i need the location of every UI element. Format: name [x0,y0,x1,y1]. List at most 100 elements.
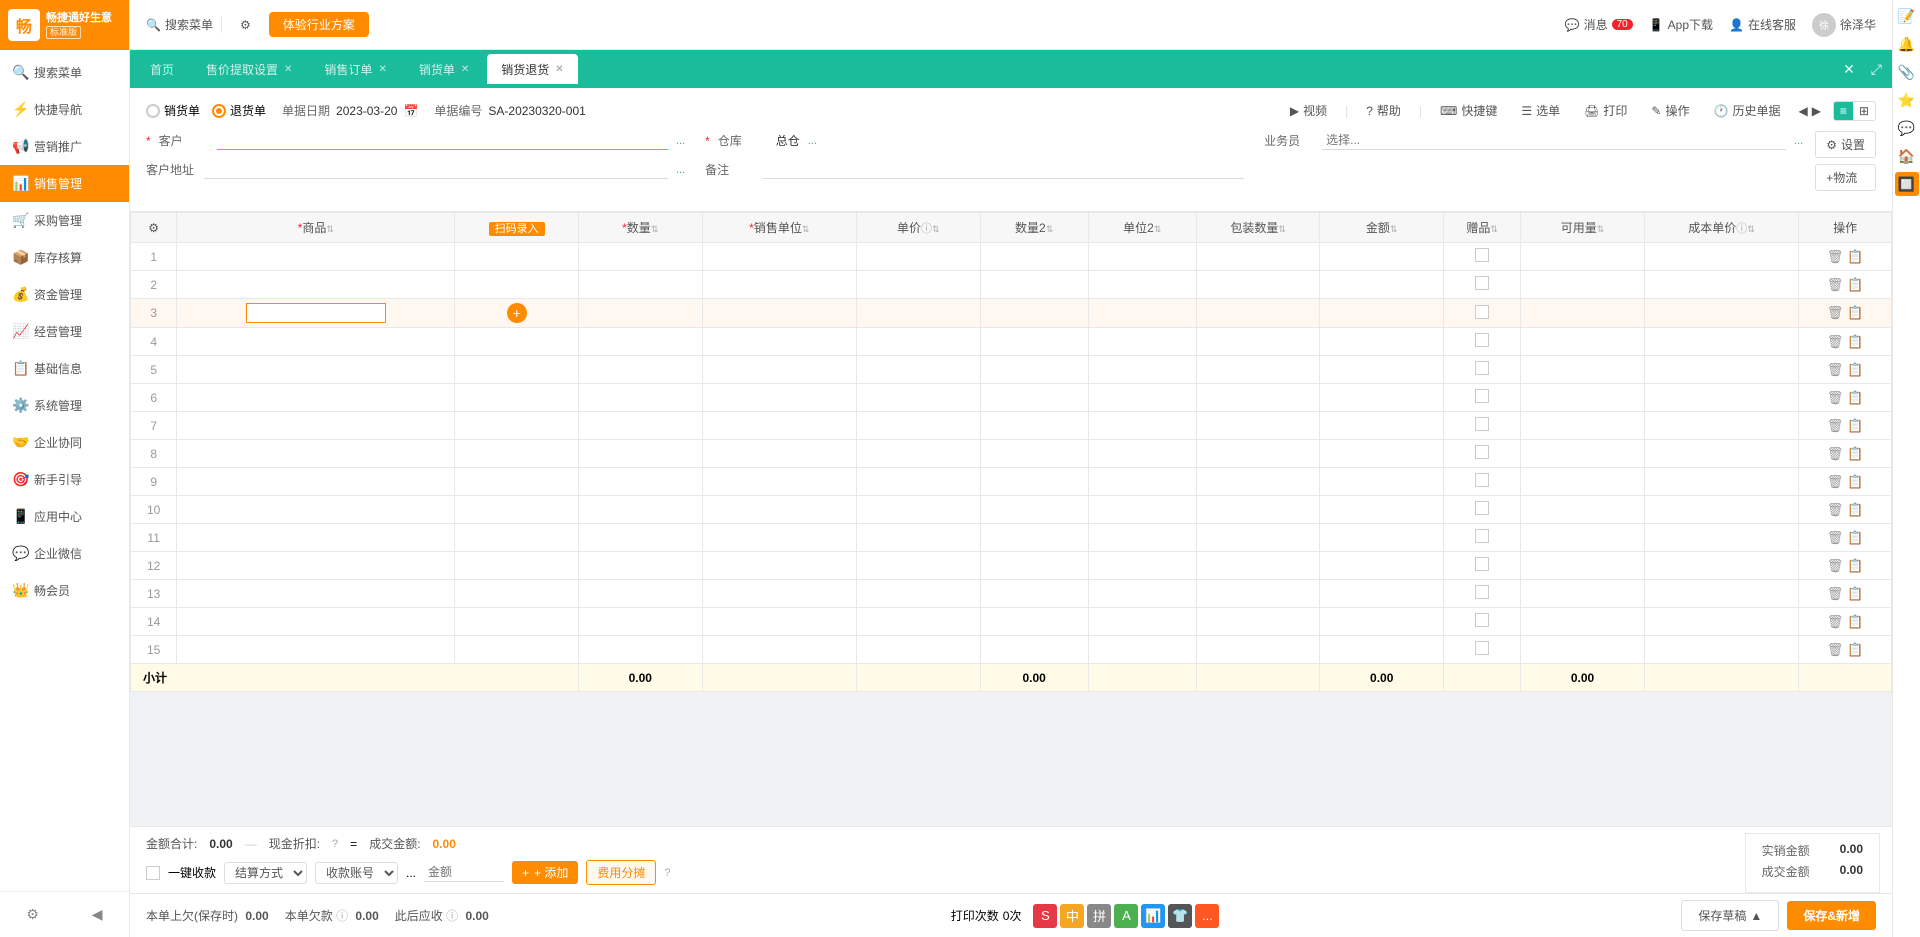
product-cell-7[interactable] [177,412,455,440]
delete-icon-4[interactable]: 🗑 [1827,334,1844,350]
delete-icon-10[interactable]: 🗑 [1827,502,1844,518]
sort-gift-icon[interactable]: ⇅ [1490,224,1498,234]
th-settings[interactable]: ⚙ [131,213,177,243]
tab-sales[interactable]: 销货单✕ [405,54,483,84]
product-cell-11[interactable] [177,524,455,552]
delete-icon-6[interactable]: 🗑 [1827,390,1844,406]
tab-close-sales[interactable]: ✕ [461,64,469,75]
expand-tab-btn[interactable]: ⤢ [1865,59,1888,80]
copy-icon-12[interactable]: 📋 [1847,558,1863,574]
product-cell-12[interactable] [177,552,455,580]
delete-icon-15[interactable]: 🗑 [1827,642,1844,658]
logistics-btn[interactable]: +物流 [1815,164,1876,191]
sidebar-item-operation[interactable]: 📈经营管理 [0,313,129,350]
radio-return-bill[interactable]: 退货单 [212,102,266,119]
sidebar-item-shortcut[interactable]: ⚡快捷导航 [0,91,129,128]
icon3[interactable]: 拼 [1087,904,1111,928]
delete-icon-13[interactable]: 🗑 [1827,586,1844,602]
delete-icon-7[interactable]: 🗑 [1827,418,1844,434]
copy-icon-15[interactable]: 📋 [1847,642,1863,658]
sougou-icon[interactable]: S [1033,904,1057,928]
sidebar-item-wechat[interactable]: 💬企业微信 [0,535,129,572]
copy-icon-4[interactable]: 📋 [1847,334,1863,350]
radio-sales-bill[interactable]: 销货单 [146,102,200,119]
discount-info-icon[interactable]: ? [332,838,338,850]
delete-icon-14[interactable]: 🗑 [1827,614,1844,630]
product-cell-8[interactable] [177,440,455,468]
copy-icon-9[interactable]: 📋 [1847,474,1863,490]
owing-info-icon[interactable]: ⓘ [336,909,348,923]
delete-icon-3[interactable]: 🗑 [1827,305,1844,321]
gift-check-3[interactable] [1475,305,1489,319]
search-menu-btn[interactable]: 🔍 搜索菜单 [146,16,213,33]
product-cell-9[interactable] [177,468,455,496]
sidebar-item-app_center[interactable]: 📱应用中心 [0,498,129,535]
fee-info-icon[interactable]: ? [664,867,670,879]
sidebar-item-promo[interactable]: 📢营销推广 [0,128,129,165]
sidebar-collapse-btn[interactable]: ◀ [86,900,109,929]
copy-icon-6[interactable]: 📋 [1847,390,1863,406]
message-btn[interactable]: 💬 消息 70 [1565,16,1633,33]
agent-input[interactable] [1322,131,1786,150]
sidebar-item-purchase[interactable]: 🛒采购管理 [0,202,129,239]
print-btn[interactable]: 🖨打印 [1578,100,1633,121]
calc-method-select[interactable]: 结算方式 [224,862,307,884]
sort-product-icon[interactable]: ⇅ [326,224,334,234]
grid-view-btn[interactable]: ⊞ [1853,102,1875,120]
help-btn[interactable]: ?帮助 [1360,100,1407,121]
sort-qty2-icon[interactable]: ⇅ [1046,224,1054,234]
gift-check-2[interactable] [1475,276,1489,290]
copy-icon-5[interactable]: 📋 [1847,362,1863,378]
delete-icon-2[interactable]: 🗑 [1827,277,1844,293]
product-cell-2[interactable] [177,271,455,299]
service-btn[interactable]: 👤 在线客服 [1729,16,1796,33]
th-scan[interactable]: 扫码录入 [455,213,579,243]
add-row-cell[interactable]: + [455,299,579,328]
tab-close-sales_order[interactable]: ✕ [378,64,386,75]
tab-close-price_setting[interactable]: ✕ [284,64,292,75]
gift-check-6[interactable] [1475,389,1489,403]
icon5[interactable]: 📊 [1141,904,1165,928]
delete-icon-1[interactable]: 🗑 [1827,249,1844,265]
rp-star-btn[interactable]: ⭐ [1895,88,1919,112]
address-input[interactable] [204,160,668,179]
copy-icon-2[interactable]: 📋 [1847,277,1863,293]
sidebar-item-sales[interactable]: 📊销售管理 [0,165,129,202]
gift-check-8[interactable] [1475,445,1489,459]
product-cell-14[interactable] [177,608,455,636]
sort-qty-icon[interactable]: ⇅ [651,224,659,234]
copy-icon-3[interactable]: 📋 [1847,305,1863,321]
sort-available-icon[interactable]: ⇅ [1597,224,1605,234]
operate-btn[interactable]: ✎操作 [1645,100,1695,121]
promo-btn[interactable]: 体验行业方案 [269,12,369,37]
settings-side-btn[interactable]: ⚙ 设置 [1815,131,1876,158]
next-btn[interactable]: ▶ [1812,104,1821,118]
copy-icon-1[interactable]: 📋 [1847,249,1863,265]
add-payment-btn[interactable]: + + 添加 [512,861,578,884]
copy-icon-8[interactable]: 📋 [1847,446,1863,462]
rp-home-btn[interactable]: 🏠 [1895,144,1919,168]
prev-btn[interactable]: ◀ [1798,104,1807,118]
rp-alert-btn[interactable]: 🔔 [1895,32,1919,56]
product-cell-13[interactable] [177,580,455,608]
gift-check-5[interactable] [1475,361,1489,375]
list-view-btn[interactable]: ≡ [1834,102,1853,120]
video-btn[interactable]: ▶视频 [1284,100,1333,121]
product-cell-4[interactable] [177,328,455,356]
sidebar-item-inventory[interactable]: 📦库存核算 [0,239,129,276]
gift-check-12[interactable] [1475,557,1489,571]
gift-check-14[interactable] [1475,613,1489,627]
product-cell-15[interactable] [177,636,455,664]
tab-sales_order[interactable]: 销售订单✕ [310,54,400,84]
product-cell-5[interactable] [177,356,455,384]
warehouse-more-btn[interactable]: ... [808,135,817,147]
sort-unit2-icon[interactable]: ⇅ [1154,224,1162,234]
sidebar-item-enterprise[interactable]: 🤝企业协同 [0,424,129,461]
copy-icon-10[interactable]: 📋 [1847,502,1863,518]
icon2[interactable]: 中 [1060,904,1084,928]
app-download-btn[interactable]: 📱 App下载 [1649,16,1713,33]
select-btn[interactable]: ☰选单 [1515,100,1566,121]
sidebar-item-basic[interactable]: 📋基础信息 [0,350,129,387]
remark-input[interactable] [763,160,1244,179]
calendar-icon[interactable]: 📅 [403,104,418,118]
